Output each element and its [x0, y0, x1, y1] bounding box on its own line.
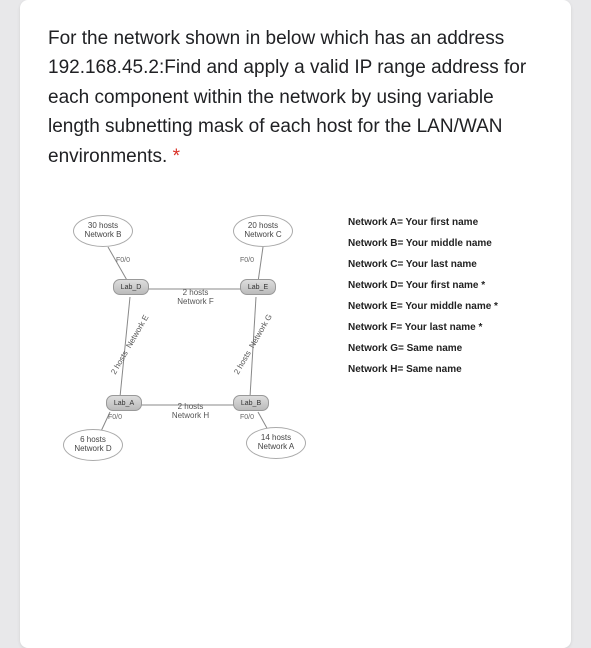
legend-h: Network H= Same name: [348, 364, 498, 375]
legend-c: Network C= Your last name: [348, 259, 498, 270]
question-card: For the network shown in below which has…: [20, 0, 571, 648]
network-a-name: Network A: [258, 443, 294, 452]
network-d-name: Network D: [74, 445, 111, 454]
legend-a: Network A= Your first name: [348, 217, 498, 228]
network-a-bubble: 14 hosts Network A: [246, 427, 306, 459]
required-asterisk: *: [173, 146, 180, 167]
network-d-bubble: 6 hosts Network D: [63, 429, 123, 461]
router-lab-e: Lab_E: [240, 279, 276, 295]
port-label-2: F0/0: [240, 257, 254, 264]
network-b-bubble: 30 hosts Network B: [73, 215, 133, 247]
port-label-3: F0/0: [108, 414, 122, 421]
question-text: For the network shown in below which has…: [48, 24, 543, 171]
legend-f: Network F= Your last name *: [348, 322, 498, 333]
network-diagram: 30 hosts Network B 20 hosts Network C F0…: [48, 207, 543, 487]
network-h-label: 2 hosts Network H: [163, 403, 218, 421]
port-label-1: F0/0: [116, 257, 130, 264]
legend-e: Network E= Your middle name *: [348, 301, 498, 312]
network-b-name: Network B: [85, 231, 122, 240]
router-lab-d: Lab_D: [113, 279, 149, 295]
legend-d: Network D= Your first name *: [348, 280, 498, 291]
legend-g: Network G= Same name: [348, 343, 498, 354]
router-lab-a: Lab_A: [106, 395, 142, 411]
network-f-label: 2 hosts Network F: [168, 289, 223, 307]
legend-b: Network B= Your middle name: [348, 238, 498, 249]
port-label-4: F0/0: [240, 414, 254, 421]
router-lab-b: Lab_B: [233, 395, 269, 411]
question-body: For the network shown in below which has…: [48, 28, 526, 167]
network-c-name: Network C: [244, 231, 281, 240]
network-c-bubble: 20 hosts Network C: [233, 215, 293, 247]
legend: Network A= Your first name Network B= Yo…: [348, 217, 498, 385]
